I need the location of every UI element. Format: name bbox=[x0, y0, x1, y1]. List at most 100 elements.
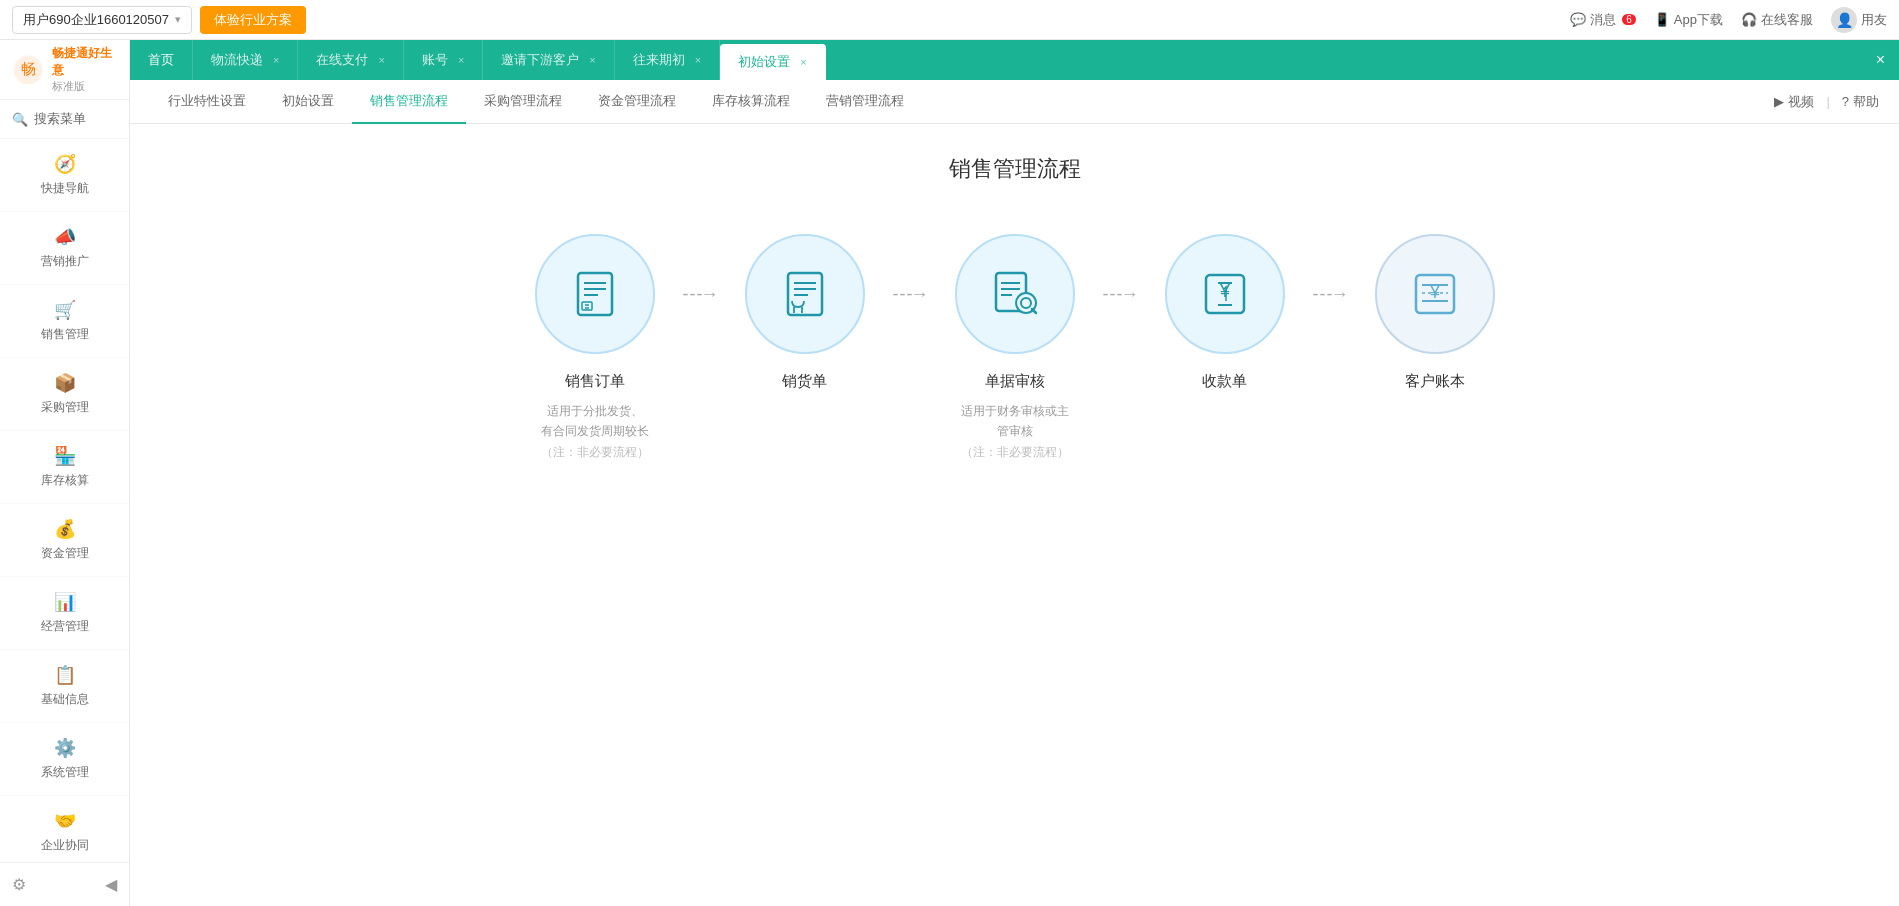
sub-tab-fund-flow[interactable]: 资金管理流程 bbox=[580, 80, 694, 124]
flow-step-receipt: ¥ 收款单 bbox=[1145, 234, 1305, 401]
flow-step-title: 单据审核 bbox=[985, 372, 1045, 391]
chevron-down-icon: ▾ bbox=[175, 13, 181, 26]
sub-tab-marketing-flow[interactable]: 营销管理流程 bbox=[808, 80, 922, 124]
sales-order-icon bbox=[568, 267, 622, 321]
basic-info-icon: 📋 bbox=[54, 664, 76, 686]
tab-initial-setup-label: 初始设置 bbox=[738, 53, 790, 71]
video-link[interactable]: ▶ 视频 bbox=[1774, 93, 1814, 111]
user-selector[interactable]: 用户690企业1660120507 ▾ bbox=[12, 6, 192, 34]
sidebar-item-basic-info[interactable]: 📋 基础信息 bbox=[0, 650, 129, 723]
sub-tab-fund-flow-label: 资金管理流程 bbox=[598, 92, 676, 110]
logo-line1: 畅捷通好生意 bbox=[52, 45, 117, 79]
top-bar: 用户690企业1660120507 ▾ 体验行业方案 💬 消息 6 📱 App下… bbox=[0, 0, 1899, 40]
flow-circle-customer-ledger[interactable]: ¥ bbox=[1375, 234, 1495, 354]
tab-logistics-close[interactable]: × bbox=[273, 54, 279, 66]
sub-tab-right: ▶ 视频 | ? 帮助 bbox=[1774, 93, 1879, 111]
sidebar-item-business-mgmt[interactable]: 📊 经营管理 bbox=[0, 577, 129, 650]
flow-step-sales-order: 销售订单 适用于分批发货、有合同发货周期较长（注：非必要流程） bbox=[515, 234, 675, 462]
tab-account-close[interactable]: × bbox=[458, 54, 464, 66]
sub-tab-purchase-flow[interactable]: 采购管理流程 bbox=[466, 80, 580, 124]
flow-arrow-3: - - -→ bbox=[1095, 234, 1145, 305]
tab-payment[interactable]: 在线支付 × bbox=[298, 40, 403, 80]
search-label: 搜索菜单 bbox=[34, 110, 86, 128]
online-service-item[interactable]: 🎧 在线客服 bbox=[1741, 11, 1813, 29]
flow-circle-doc-audit[interactable] bbox=[955, 234, 1075, 354]
flow-circle-receipt[interactable]: ¥ bbox=[1165, 234, 1285, 354]
collapse-sidebar-icon[interactable]: ◀ bbox=[105, 875, 117, 894]
flow-circle-sales-invoice[interactable] bbox=[745, 234, 865, 354]
user-avatar-item[interactable]: 👤 用友 bbox=[1831, 7, 1887, 33]
tab-payment-close[interactable]: × bbox=[378, 54, 384, 66]
sub-tab-inventory-flow[interactable]: 库存核算流程 bbox=[694, 80, 808, 124]
purchase-mgmt-icon: 📦 bbox=[54, 372, 76, 394]
customer-ledger-icon: ¥ bbox=[1408, 267, 1462, 321]
message-icon: 💬 bbox=[1570, 12, 1586, 27]
sidebar-item-label: 库存核算 bbox=[41, 472, 89, 489]
sidebar-item-system-mgmt[interactable]: ⚙️ 系统管理 bbox=[0, 723, 129, 796]
tab-invite-downstream-close[interactable]: × bbox=[589, 54, 595, 66]
help-link[interactable]: ? 帮助 bbox=[1842, 93, 1879, 111]
sidebar-item-quick-nav[interactable]: 🧭 快捷导航 bbox=[0, 139, 129, 212]
experience-btn[interactable]: 体验行业方案 bbox=[200, 6, 306, 34]
tab-logistics[interactable]: 物流快递 × bbox=[193, 40, 298, 80]
sidebar-item-enterprise-collab[interactable]: 🤝 企业协同 bbox=[0, 796, 129, 862]
tab-past-period[interactable]: 往来期初 × bbox=[615, 40, 720, 80]
tab-account-label: 账号 bbox=[422, 51, 448, 69]
sidebar-item-label: 基础信息 bbox=[41, 691, 89, 708]
message-badge: 6 bbox=[1622, 14, 1636, 25]
tab-past-period-close[interactable]: × bbox=[695, 54, 701, 66]
sub-tab-inventory-flow-label: 库存核算流程 bbox=[712, 92, 790, 110]
flow-step-sales-invoice: 销货单 bbox=[725, 234, 885, 401]
sidebar-item-purchase-mgmt[interactable]: 📦 采购管理 bbox=[0, 358, 129, 431]
app-download-label: App下载 bbox=[1674, 11, 1723, 29]
tab-account[interactable]: 账号 × bbox=[404, 40, 483, 80]
page-title: 销售管理流程 bbox=[170, 154, 1859, 184]
avatar: 👤 bbox=[1831, 7, 1857, 33]
settings-icon[interactable]: ⚙ bbox=[12, 875, 26, 894]
sidebar-items: 🧭 快捷导航 📣 营销推广 🛒 销售管理 📦 采购管理 🏪 库存核算 💰 bbox=[0, 139, 129, 862]
arrow-dots-icon: - - -→ bbox=[683, 284, 717, 305]
logo-line2: 标准版 bbox=[52, 79, 117, 94]
sub-tab-sales-flow-label: 销售管理流程 bbox=[370, 92, 448, 110]
marketing-promo-icon: 📣 bbox=[54, 226, 76, 248]
logo-icon: 畅 bbox=[12, 52, 44, 88]
arrow-dots-icon: - - -→ bbox=[1103, 284, 1137, 305]
divider: | bbox=[1826, 94, 1829, 109]
flow-step-title: 销售订单 bbox=[565, 372, 625, 391]
sidebar-footer: ⚙ ◀ bbox=[0, 862, 129, 906]
help-icon: ? bbox=[1842, 94, 1849, 109]
username-label: 用友 bbox=[1861, 11, 1887, 29]
sub-tab-industry-settings[interactable]: 行业特性设置 bbox=[150, 80, 264, 124]
sidebar-item-fund-mgmt[interactable]: 💰 资金管理 bbox=[0, 504, 129, 577]
sidebar-search[interactable]: 🔍 搜索菜单 bbox=[0, 100, 129, 139]
inventory-icon: 🏪 bbox=[54, 445, 76, 467]
video-label: 视频 bbox=[1788, 93, 1814, 111]
app-download-item[interactable]: 📱 App下载 bbox=[1654, 11, 1723, 29]
sub-tab-initial-setup[interactable]: 初始设置 bbox=[264, 80, 352, 124]
sidebar-item-sales-mgmt[interactable]: 🛒 销售管理 bbox=[0, 285, 129, 358]
sidebar-item-inventory[interactable]: 🏪 库存核算 bbox=[0, 431, 129, 504]
flow-diagram: 销售订单 适用于分批发货、有合同发货周期较长（注：非必要流程） - - -→ bbox=[170, 234, 1859, 462]
tab-initial-setup-close[interactable]: × bbox=[800, 56, 806, 68]
sub-tab-purchase-flow-label: 采购管理流程 bbox=[484, 92, 562, 110]
tab-payment-label: 在线支付 bbox=[316, 51, 368, 69]
flow-step-customer-ledger: ¥ 客户账本 bbox=[1355, 234, 1515, 401]
tab-close-all[interactable]: × bbox=[1862, 51, 1899, 69]
tab-nav: 首页 物流快递 × 在线支付 × 账号 × 邀请下游客户 × 往来期初 × bbox=[130, 40, 1899, 80]
tab-initial-setup[interactable]: 初始设置 × bbox=[720, 44, 825, 80]
sidebar-item-label: 快捷导航 bbox=[41, 180, 89, 197]
tab-invite-downstream-label: 邀请下游客户 bbox=[501, 51, 579, 69]
main-layout: 畅 畅捷通好生意 标准版 🔍 搜索菜单 🧭 快捷导航 📣 营销推广 🛒 销售管理 bbox=[0, 40, 1899, 906]
flow-step-doc-audit: 单据审核 适用于财务审核或主管审核（注：非必要流程） bbox=[935, 234, 1095, 462]
sidebar-item-label: 系统管理 bbox=[41, 764, 89, 781]
content-area: 首页 物流快递 × 在线支付 × 账号 × 邀请下游客户 × 往来期初 × bbox=[130, 40, 1899, 906]
tab-home[interactable]: 首页 bbox=[130, 40, 193, 80]
flow-arrow-2: - - -→ bbox=[885, 234, 935, 305]
arrow-dots-icon: - - -→ bbox=[1313, 284, 1347, 305]
sub-tab-sales-flow[interactable]: 销售管理流程 bbox=[352, 80, 466, 124]
sidebar-item-marketing-promo[interactable]: 📣 营销推广 bbox=[0, 212, 129, 285]
flow-circle-sales-order[interactable] bbox=[535, 234, 655, 354]
video-icon: ▶ bbox=[1774, 94, 1784, 109]
tab-invite-downstream[interactable]: 邀请下游客户 × bbox=[483, 40, 614, 80]
message-item[interactable]: 💬 消息 6 bbox=[1570, 11, 1636, 29]
